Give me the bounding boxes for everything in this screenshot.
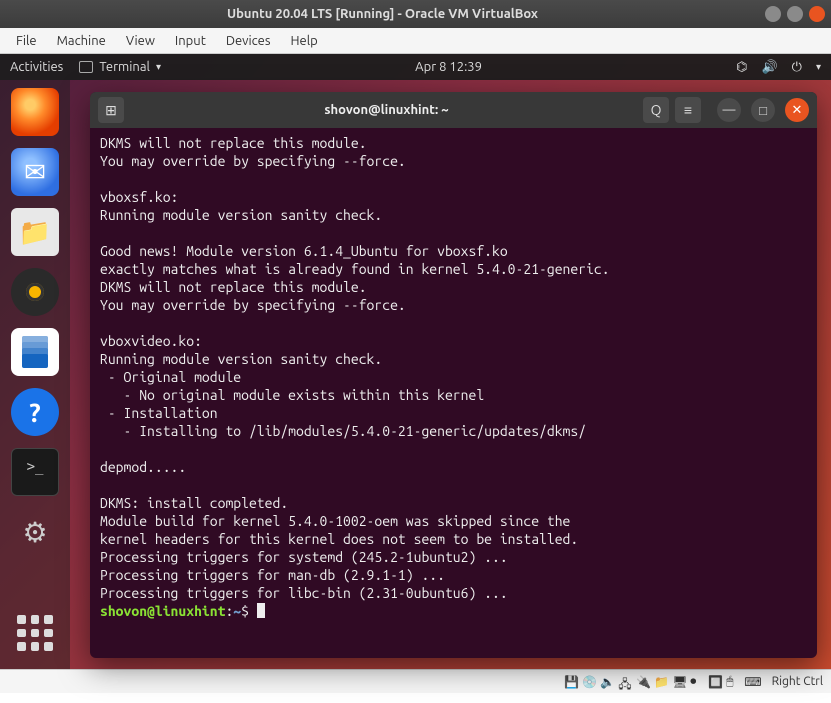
vb-maximize-button[interactable] [787,6,803,22]
window-minimize-button[interactable]: — [717,98,741,122]
vb-net-icon[interactable]: 🖧 [618,675,632,689]
vb-menu-input[interactable]: Input [165,34,216,48]
dock-files[interactable]: 📁 [11,208,59,256]
activities-button[interactable]: Activities [10,60,63,74]
vb-menu-help[interactable]: Help [281,34,328,48]
vb-shared-icon[interactable]: 📁 [654,675,668,689]
vb-menu-machine[interactable]: Machine [47,34,116,48]
vb-minimize-button[interactable] [765,6,781,22]
dock-settings[interactable]: ⚙ [11,508,59,556]
gnome-topbar: Activities Terminal ▾ Apr 8 12:39 ⌬ 🔊 ⏻ … [0,54,831,80]
vb-menu-devices[interactable]: Devices [216,34,281,48]
vb-hostkey-label: Right Ctrl [772,675,823,688]
vb-cpu-icon[interactable]: 🔲 [708,675,722,689]
virtualbox-statusbar: 💾 💿 🔈 🖧 🔌 📁 🖥 ⏺ 🔲 🖱 ⌨ Right Ctrl [0,669,831,693]
vb-usb-icon[interactable]: 🔌 [636,675,650,689]
virtualbox-title: Ubuntu 20.04 LTS [Running] - Oracle VM V… [6,7,759,21]
app-menu[interactable]: Terminal ▾ [79,60,161,74]
search-button[interactable]: Q [643,97,669,123]
terminal-body[interactable]: DKMS will not replace this module. You m… [90,128,817,658]
window-maximize-button[interactable]: □ [751,98,775,122]
chevron-down-icon: ▾ [816,61,821,73]
vb-menu-file[interactable]: File [6,34,47,48]
clock[interactable]: Apr 8 12:39 [161,60,736,74]
dock-thunderbird[interactable]: ✉ [11,148,59,196]
vb-audio-icon[interactable]: 🔈 [600,675,614,689]
vb-mouse-icon[interactable]: 🖱 [726,675,740,689]
volume-icon[interactable]: 🔊 [761,60,777,75]
dock-terminal[interactable] [11,448,59,496]
ubuntu-desktop: Activities Terminal ▾ Apr 8 12:39 ⌬ 🔊 ⏻ … [0,54,831,669]
vb-display-icon[interactable]: 🖥 [672,675,686,689]
new-tab-button[interactable]: ⊞ [98,97,124,123]
vb-close-button[interactable] [809,6,825,22]
vb-rec-icon[interactable]: ⏺ [690,675,704,689]
system-tray[interactable]: ⌬ 🔊 ⏻ ▾ [736,60,821,75]
network-icon[interactable]: ⌬ [736,60,747,75]
terminal-menu-icon [79,61,93,73]
power-icon[interactable]: ⏻ [792,60,802,75]
terminal-window: ⊞ shovon@linuxhint: ~ Q ≡ — □ ✕ DKMS wil… [90,92,817,658]
vb-hdd-icon[interactable]: 💾 [564,675,578,689]
dock-rhythmbox[interactable] [11,268,59,316]
vb-cd-icon[interactable]: 💿 [582,675,596,689]
virtualbox-menubar: File Machine View Input Devices Help [0,28,831,54]
dock-libreoffice-writer[interactable] [11,328,59,376]
virtualbox-titlebar: Ubuntu 20.04 LTS [Running] - Oracle VM V… [0,0,831,28]
show-applications-button[interactable] [13,611,57,655]
dock-help[interactable]: ? [11,388,59,436]
app-menu-label: Terminal [99,60,150,74]
vb-menu-view[interactable]: View [116,34,165,48]
dock-firefox[interactable] [11,88,59,136]
window-close-button[interactable]: ✕ [785,98,809,122]
hamburger-menu-button[interactable]: ≡ [675,97,701,123]
terminal-header[interactable]: ⊞ shovon@linuxhint: ~ Q ≡ — □ ✕ [90,92,817,128]
vb-hostkey-indicator: ⌨ [744,675,761,689]
dock: ✉ 📁 ? ⚙ [0,80,70,669]
terminal-title: shovon@linuxhint: ~ [130,103,643,117]
